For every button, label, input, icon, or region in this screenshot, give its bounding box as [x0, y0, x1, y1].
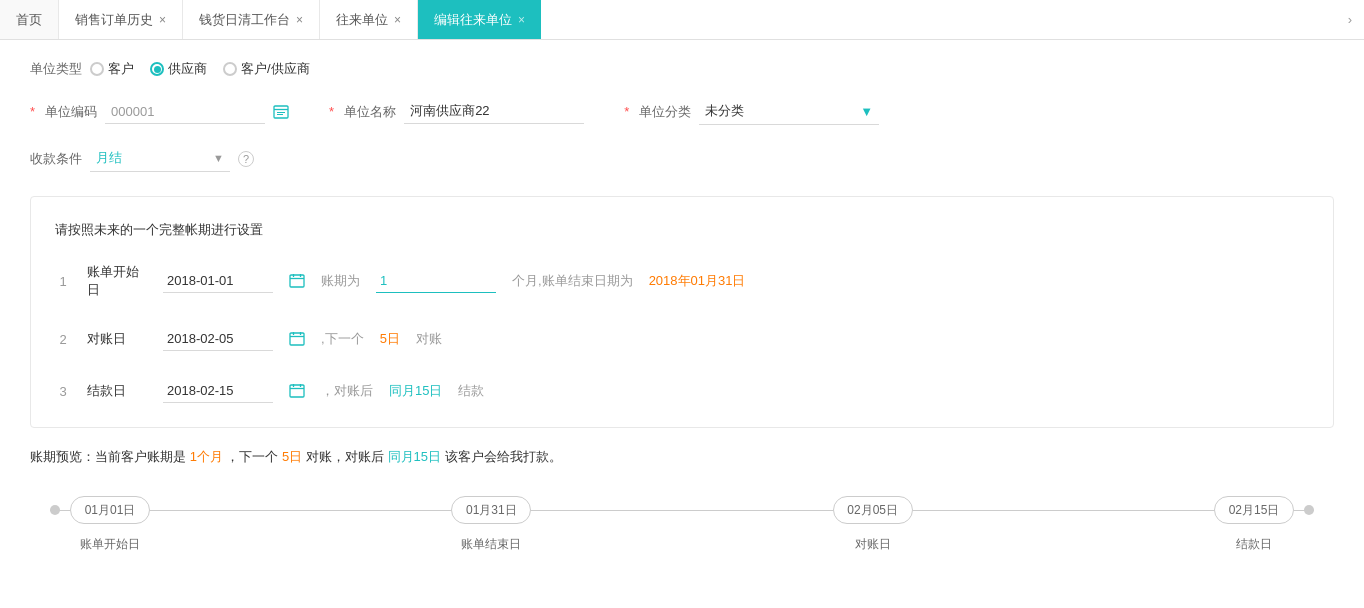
row-1-label: 账单开始日	[87, 263, 147, 299]
unit-type-radio-group: 客户 供应商 客户/供应商	[90, 60, 310, 78]
unit-name-input[interactable]	[404, 100, 584, 124]
row-1-date-input[interactable]	[163, 269, 273, 293]
radio-circle-customer	[90, 62, 104, 76]
payment-help-icon[interactable]: ?	[238, 151, 254, 167]
close-partner-unit[interactable]: ×	[394, 13, 401, 27]
payment-dropdown[interactable]: 月结 ▼	[90, 145, 230, 172]
section-title: 请按照未来的一个完整帐期进行设置	[55, 221, 1309, 239]
radio-both[interactable]: 客户/供应商	[223, 60, 310, 78]
tab-bar: 首页 销售订单历史 × 钱货日清工作台 × 往来单位 × 编辑往来单位 × ›	[0, 0, 1364, 40]
row-3-hint-prefix: ，对账后	[321, 382, 373, 400]
unit-fields-row: * 单位编码 * 单位名称 * 单位分类 未分类 ▼	[30, 98, 1334, 125]
row-2-hint-suffix: 对账	[416, 330, 442, 348]
close-sales-history[interactable]: ×	[159, 13, 166, 27]
unit-code-label: 单位编码	[45, 103, 97, 121]
unit-type-label: 单位类型	[30, 60, 82, 78]
payment-label: 收款条件	[30, 150, 82, 168]
row-1-end-date: 2018年01月31日	[649, 272, 746, 290]
row-2-highlight: 5日	[380, 330, 400, 348]
radio-supplier[interactable]: 供应商	[150, 60, 207, 78]
radio-circle-both	[223, 62, 237, 76]
row-2-label: 对账日	[87, 330, 147, 348]
preview-part3: 同月15日	[388, 449, 441, 464]
unit-category-value: 未分类	[705, 102, 860, 120]
setting-row-3: 3 结款日 ，对账后 同月15日 结款	[55, 379, 1309, 403]
tab-sales-history[interactable]: 销售订单历史 ×	[59, 0, 183, 39]
svg-rect-12	[290, 385, 304, 397]
row-1-number: 1	[55, 274, 71, 289]
timeline-node-1: 01月01日 账单开始日	[70, 496, 150, 553]
main-content: 单位类型 客户 供应商 客户/供应商 * 单位编码	[0, 40, 1364, 608]
row-3-highlight: 同月15日	[389, 382, 442, 400]
tab-home[interactable]: 首页	[0, 0, 59, 39]
row-2-calendar-icon[interactable]	[289, 331, 305, 347]
row-3-hint-suffix: 结款	[458, 382, 484, 400]
setting-row-1: 1 账单开始日 账期为 个月,账单结束日期为 2018年01月31日	[55, 263, 1309, 299]
settings-section: 请按照未来的一个完整帐期进行设置 1 账单开始日 账期为 个月,账单结束日期为 …	[30, 196, 1334, 428]
payment-dropdown-arrow: ▼	[213, 152, 224, 164]
unit-code-input[interactable]	[105, 100, 265, 124]
timeline: 01月01日 账单开始日 01月31日 账单结束日 02月05日 对账日	[30, 496, 1334, 553]
payment-value: 月结	[96, 149, 207, 167]
row-2-number: 2	[55, 332, 71, 347]
row-3-date-input[interactable]	[163, 379, 273, 403]
tab-cash-work[interactable]: 钱货日清工作台 ×	[183, 0, 320, 39]
row-3-calendar-icon[interactable]	[289, 383, 305, 399]
row-1-hint-suffix: 个月,账单结束日期为	[512, 272, 633, 290]
radio-circle-supplier	[150, 62, 164, 76]
setting-row-2: 2 对账日 ,下一个 5日 对账	[55, 327, 1309, 351]
preview-text: 账期预览：当前客户账期是 1个月 ，下一个 5日 对账，对账后 同月15日 该客…	[30, 448, 1334, 466]
svg-rect-8	[290, 333, 304, 345]
unit-category-dropdown[interactable]: 未分类 ▼	[699, 98, 879, 125]
close-cash-work[interactable]: ×	[296, 13, 303, 27]
tab-edit-partner[interactable]: 编辑往来单位 ×	[418, 0, 541, 39]
svg-rect-4	[290, 275, 304, 287]
payment-row: 收款条件 月结 ▼ ?	[30, 145, 1334, 172]
row-3-number: 3	[55, 384, 71, 399]
unit-category-label: 单位分类	[639, 103, 691, 121]
close-edit-partner[interactable]: ×	[518, 13, 525, 27]
row-2-date-input[interactable]	[163, 327, 273, 351]
row-3-label: 结款日	[87, 382, 147, 400]
unit-type-row: 单位类型 客户 供应商 客户/供应商	[30, 60, 1334, 78]
unit-code-icon-btn[interactable]	[273, 104, 289, 120]
timeline-node-3: 02月05日 对账日	[833, 496, 913, 553]
row-1-hint-prefix: 账期为	[321, 272, 360, 290]
row-2-hint-prefix: ,下一个	[321, 330, 364, 348]
category-dropdown-arrow: ▼	[860, 104, 873, 119]
unit-name-label: 单位名称	[344, 103, 396, 121]
radio-customer[interactable]: 客户	[90, 60, 134, 78]
row-1-months-input[interactable]	[376, 269, 496, 293]
row-1-calendar-icon[interactable]	[289, 273, 305, 289]
timeline-node-4: 02月15日 结款日	[1214, 496, 1294, 553]
tab-expand-btn[interactable]: ›	[1336, 0, 1364, 39]
preview-part1: 1个月	[190, 449, 223, 464]
preview-section: 账期预览：当前客户账期是 1个月 ，下一个 5日 对账，对账后 同月15日 该客…	[30, 448, 1334, 553]
tab-partner-unit[interactable]: 往来单位 ×	[320, 0, 418, 39]
preview-part2: 5日	[282, 449, 302, 464]
timeline-node-2: 01月31日 账单结束日	[451, 496, 531, 553]
